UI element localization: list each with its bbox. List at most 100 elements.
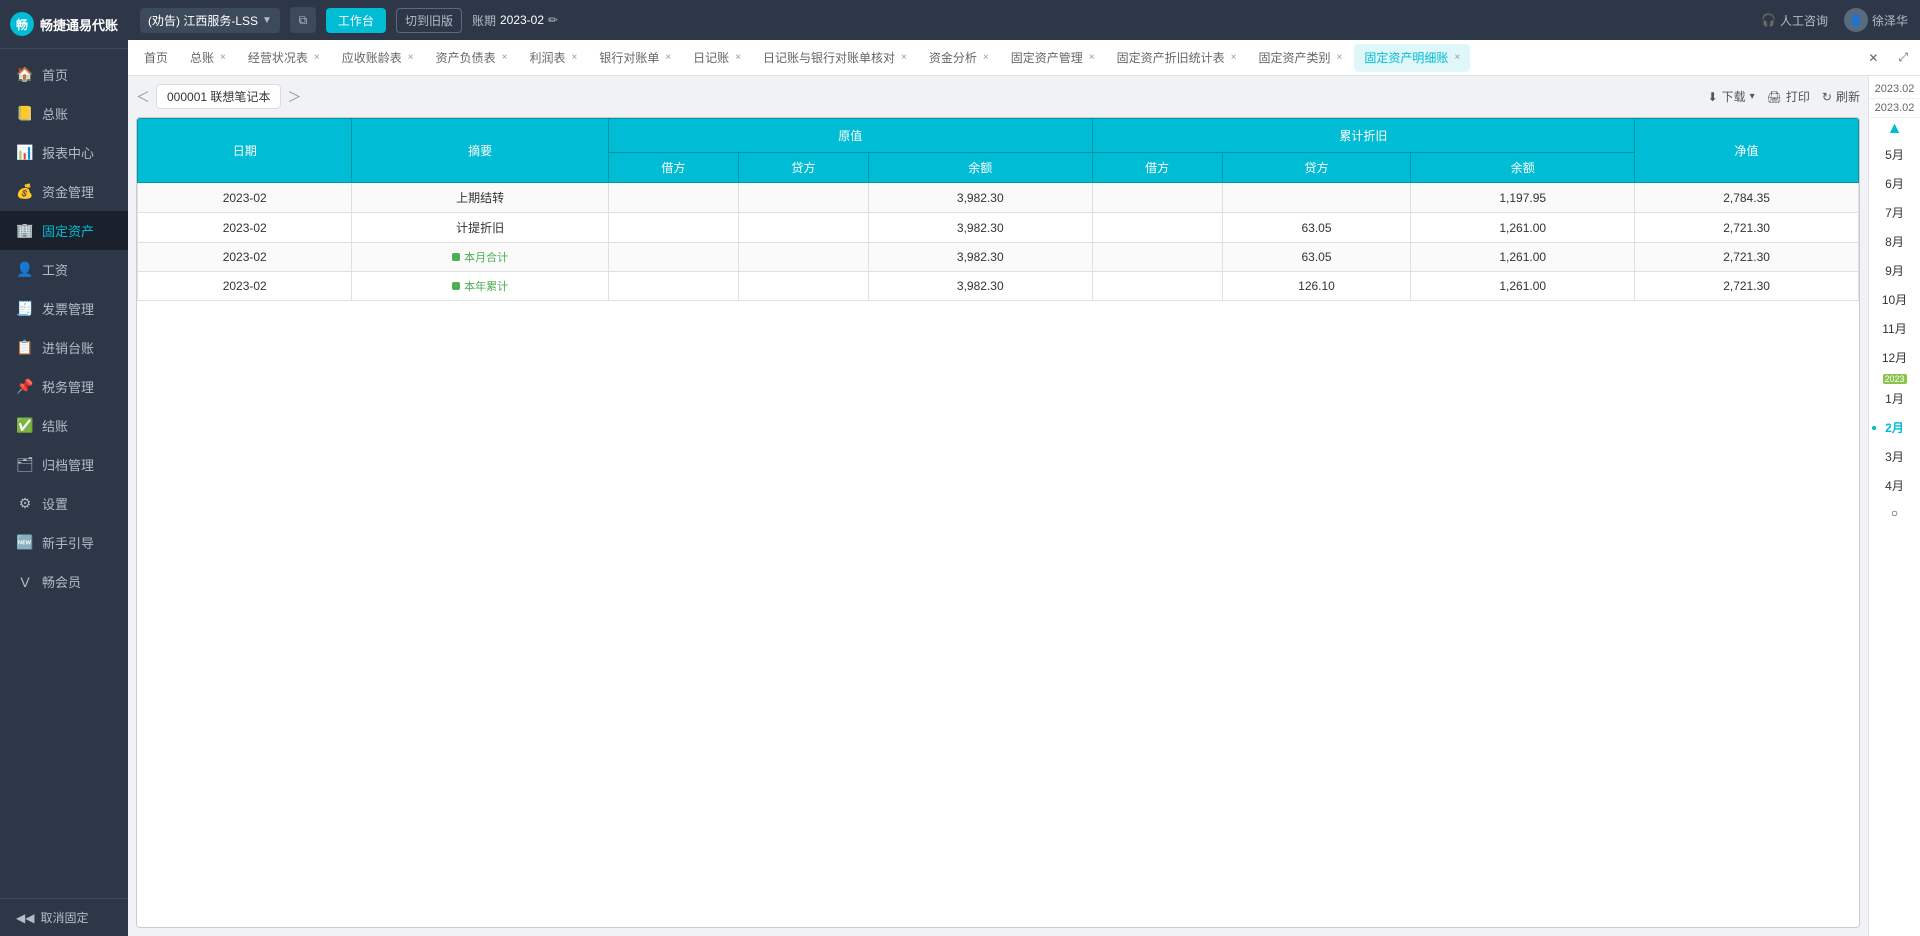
right-panel: 2023.022023.02▲5月6月7月8月9月10月11月12月20231月… xyxy=(1868,76,1920,936)
period-edit-icon[interactable]: ✏ xyxy=(548,13,558,27)
tab-固定资产类别[interactable]: 固定资产类别× xyxy=(1248,44,1352,72)
old-version-button[interactable]: 切到旧版 xyxy=(396,8,462,33)
help-button[interactable]: 🎧 人工咨询 xyxy=(1761,12,1828,29)
tab-close-icon[interactable]: × xyxy=(665,52,671,63)
print-icon: 🖨 xyxy=(1767,90,1782,104)
close-tab-button[interactable]: ✕ xyxy=(1862,49,1884,67)
copy-button[interactable]: ⧉ xyxy=(290,7,316,33)
sidebar-icon-invoice: 🧾 xyxy=(16,300,34,317)
tab-close-icon[interactable]: × xyxy=(1089,52,1095,63)
month-item-11月[interactable]: 11月 xyxy=(1869,314,1920,343)
tab-close-icon[interactable]: × xyxy=(314,52,320,63)
sub-nav-actions: ⬇ 下载 ▾ 🖨 打印 ↻ 刷新 xyxy=(1708,88,1860,105)
sidebar-icon-guide: 🆕 xyxy=(16,534,34,551)
sidebar-item-home[interactable]: 🏠首页 xyxy=(0,55,128,94)
period-prefix: 账期 xyxy=(472,12,496,29)
tab-固定资产折旧统计表[interactable]: 固定资产折旧统计表× xyxy=(1107,44,1247,72)
download-button[interactable]: ⬇ 下载 ▾ xyxy=(1708,88,1755,105)
month-item-3月[interactable]: 3月 xyxy=(1869,442,1920,471)
tab-总账[interactable]: 总账× xyxy=(180,44,236,72)
month-item-7月[interactable]: 7月 xyxy=(1869,198,1920,227)
tab-应收账龄表[interactable]: 应收账龄表× xyxy=(332,44,424,72)
sidebar-item-funds[interactable]: 💰资金管理 xyxy=(0,172,128,211)
month-item-2月[interactable]: 2月 xyxy=(1869,413,1920,442)
tab-close-icon[interactable]: × xyxy=(1231,52,1237,63)
table-row: 2023-02 本年累计 3,982.30 126.10 1,261.00 2,… xyxy=(138,272,1859,301)
tab-资金分析[interactable]: 资金分析× xyxy=(919,44,999,72)
cell-acc-credit: 63.05 xyxy=(1222,243,1411,272)
sidebar-item-closing[interactable]: ✅结账 xyxy=(0,406,128,445)
cell-net-value: 2,721.30 xyxy=(1635,272,1859,301)
tab-close-icon[interactable]: × xyxy=(735,52,741,63)
workbench-button[interactable]: 工作台 xyxy=(326,8,386,33)
sidebar-item-reports[interactable]: 📊报表中心 xyxy=(0,133,128,172)
month-item-10月[interactable]: 10月 xyxy=(1869,285,1920,314)
top-period-item[interactable]: 2023.02 xyxy=(1869,80,1920,99)
tab-close-icon[interactable]: × xyxy=(1336,52,1342,63)
tab-label: 日记账与银行对账单核对 xyxy=(763,49,895,66)
sidebar-label-archive: 归档管理 xyxy=(42,455,94,474)
tab-label: 固定资产管理 xyxy=(1011,49,1083,66)
tab-银行对账单[interactable]: 银行对账单× xyxy=(589,44,681,72)
scroll-up-button[interactable]: ▲ xyxy=(1869,118,1920,140)
tab-固定资产明细账[interactable]: 固定资产明细账× xyxy=(1354,44,1470,72)
sidebar-unpin[interactable]: ◀◀ 取消固定 xyxy=(0,898,128,936)
month-item-5月[interactable]: 5月 xyxy=(1869,140,1920,169)
tab-close-icon[interactable]: × xyxy=(1454,52,1460,63)
refresh-button[interactable]: ↻ 刷新 xyxy=(1822,88,1860,105)
sidebar-item-tax[interactable]: 📌税务管理 xyxy=(0,367,128,406)
tab-close-icon[interactable]: × xyxy=(571,52,577,63)
sidebar-label-closing: 结账 xyxy=(42,416,68,435)
tab-日记账与银行对账单核对[interactable]: 日记账与银行对账单核对 × xyxy=(753,44,917,72)
sidebar-icon-home: 🏠 xyxy=(16,66,34,83)
cell-acc-debit xyxy=(1092,183,1222,213)
sidebar-item-archive[interactable]: 🗂归档管理 xyxy=(0,445,128,484)
cell-acc-credit xyxy=(1222,183,1411,213)
tab-利润表[interactable]: 利润表 × xyxy=(519,44,587,72)
month-item-9月[interactable]: 9月 xyxy=(1869,256,1920,285)
cell-acc-debit xyxy=(1092,272,1222,301)
scroll-bottom-icon[interactable]: ○ xyxy=(1869,500,1920,526)
month-item-4月[interactable]: 4月 xyxy=(1869,471,1920,500)
tab-固定资产管理[interactable]: 固定资产管理 × xyxy=(1001,44,1105,72)
nav-back-button[interactable]: ＜ xyxy=(136,87,150,107)
cell-orig-credit xyxy=(738,213,868,243)
print-button[interactable]: 🖨 打印 xyxy=(1767,88,1810,105)
tab-资产负债表[interactable]: 资产负债表× xyxy=(426,44,518,72)
sidebar-item-fixed-assets[interactable]: 🏢固定资产 xyxy=(0,211,128,250)
cell-orig-debit xyxy=(608,243,738,272)
sidebar-item-ledger[interactable]: 📒总账 xyxy=(0,94,128,133)
logo: 畅 畅捷通易代账 xyxy=(0,0,128,49)
company-selector[interactable]: (劝告) 江西服务-LSS ▼ xyxy=(140,8,280,33)
sidebar-label-funds: 资金管理 xyxy=(42,182,94,201)
tab-close-icon[interactable]: × xyxy=(502,52,508,63)
download-dropdown-icon: ▾ xyxy=(1750,91,1755,102)
cell-acc-credit: 63.05 xyxy=(1222,213,1411,243)
col-acc-credit: 贷方 xyxy=(1222,153,1411,183)
sidebar-item-member[interactable]: V畅会员 xyxy=(0,562,128,601)
tab-经营状况表[interactable]: 经营状况表× xyxy=(238,44,330,72)
sidebar-item-payroll[interactable]: 👤工资 xyxy=(0,250,128,289)
tab-首页[interactable]: 首页 xyxy=(134,44,178,72)
month-item-8月[interactable]: 8月 xyxy=(1869,227,1920,256)
user-menu[interactable]: 👤 徐泽华 xyxy=(1844,8,1908,32)
nav-forward-button[interactable]: ＞ xyxy=(287,87,301,107)
tab-日记账[interactable]: 日记账× xyxy=(683,44,751,72)
sidebar-item-invoice[interactable]: 🧾发票管理 xyxy=(0,289,128,328)
unpin-label: 取消固定 xyxy=(40,909,88,926)
company-dropdown-icon: ▼ xyxy=(262,15,272,26)
tab-close-icon[interactable]: × xyxy=(901,52,907,63)
sidebar-item-guide[interactable]: 🆕新手引导 xyxy=(0,523,128,562)
maximize-tab-button[interactable]: ⤢ xyxy=(1892,48,1914,67)
tab-close-icon[interactable]: × xyxy=(220,52,226,63)
month-item-1月[interactable]: 1月 xyxy=(1869,384,1920,413)
tab-close-icon[interactable]: × xyxy=(408,52,414,63)
sidebar-item-settings[interactable]: ⚙设置 xyxy=(0,484,128,523)
tab-close-icon[interactable]: × xyxy=(983,52,989,63)
month-item-6月[interactable]: 6月 xyxy=(1869,169,1920,198)
top-period-item[interactable]: 2023.02 xyxy=(1869,99,1920,118)
sidebar-item-sales-ledger[interactable]: 📋进销台账 xyxy=(0,328,128,367)
cell-date: 2023-02 xyxy=(138,243,352,272)
tab-label: 利润表 xyxy=(529,49,565,66)
month-item-12月[interactable]: 12月 xyxy=(1869,343,1920,372)
